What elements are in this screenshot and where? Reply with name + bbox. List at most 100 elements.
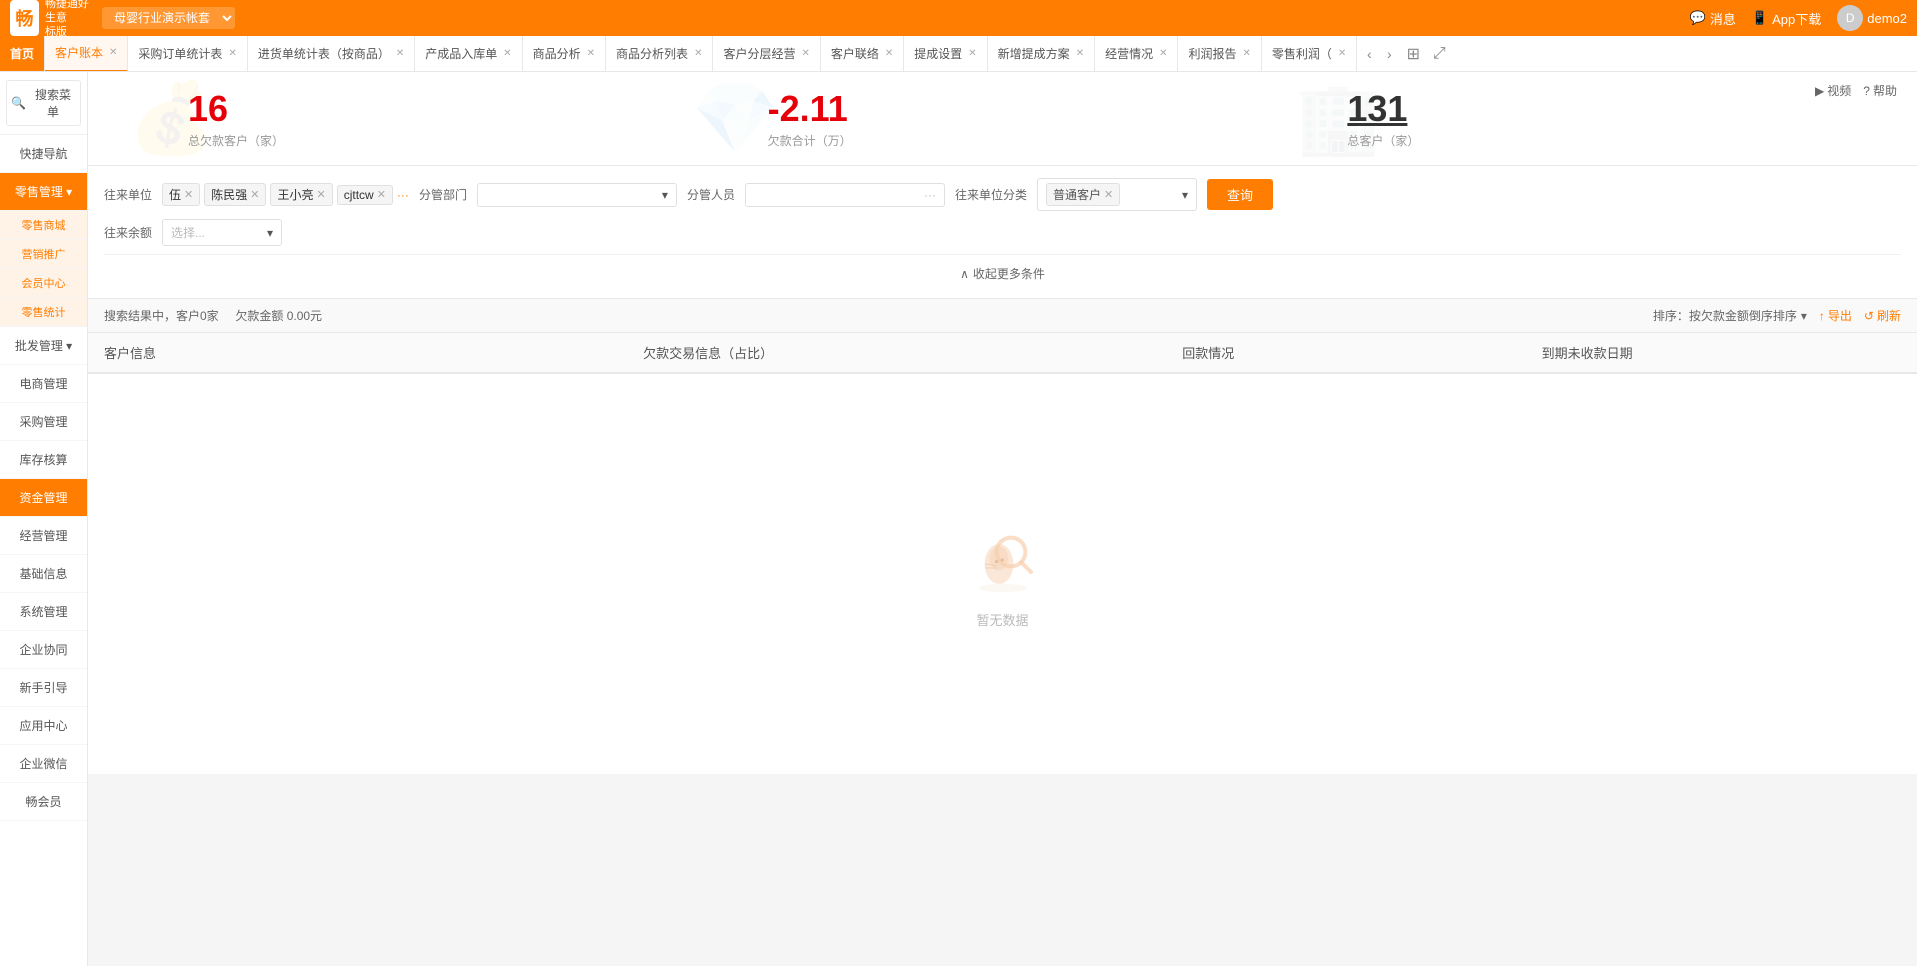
stat-label-credit-total: 欠款合计（万） [768,132,852,149]
sidebar-item-purchase[interactable]: 采购管理 [0,403,87,441]
tag-close-common[interactable]: ✕ [1104,188,1113,201]
chevron-up-icon: ∧ [960,267,969,281]
stats-banner: 💰 16 总欠款客户（家） 💎 -2.11 欠款合计（万） 🏢 131 总客户（… [88,72,1917,166]
sidebar-item-marketing[interactable]: 营销推广 [0,240,87,269]
tab-retail-profit[interactable]: 零售利润（ ✕ [1262,36,1357,72]
sidebar-item-system[interactable]: 系统管理 [0,593,87,631]
chevron-down-icon: ▾ [662,188,668,202]
tab-close-icon[interactable]: ✕ [1243,48,1251,59]
sidebar-item-beginner-guide[interactable]: 新手引导 [0,669,87,707]
tab-close-icon[interactable]: ✕ [968,48,976,59]
tab-customer-segment[interactable]: 客户分层经营 ✕ [713,36,820,72]
tab-operations[interactable]: 经营情况 ✕ [1095,36,1178,72]
tab-commission-settings[interactable]: 提成设置 ✕ [904,36,987,72]
tab-prev-button[interactable]: ‹ [1359,44,1379,64]
app-download-button[interactable]: 📱 App下载 [1752,9,1821,28]
tab-close-icon[interactable]: ✕ [396,48,404,59]
nav-tabs-bar: 首页 客户账本 ✕ 采购订单统计表 ✕ 进货单统计表（按商品） ✕ 产成品入库单… [0,36,1917,72]
sidebar-item-app-center[interactable]: 应用中心 [0,707,87,745]
video-button[interactable]: ▶ 视频 [1815,82,1851,99]
tab-inbound-stats[interactable]: 进货单统计表（按商品） ✕ [248,36,415,72]
collapse-button[interactable]: ∧ 收起更多条件 [104,261,1901,286]
tab-next-button[interactable]: › [1379,44,1399,64]
dept-select[interactable]: ▾ [477,183,677,207]
empty-state: 暂无数据 [963,460,1043,689]
tab-product-analysis[interactable]: 商品分析 ✕ [523,36,606,72]
sidebar-item-wholesale[interactable]: 批发管理 ▾ [0,327,87,365]
tab-close-icon[interactable]: ✕ [228,48,236,59]
tab-production-inbound[interactable]: 产成品入库单 ✕ [415,36,522,72]
tab-product-analysis-list[interactable]: 商品分析列表 ✕ [606,36,713,72]
unit-class-select[interactable]: 普通客户 ✕ ▾ [1037,178,1197,211]
app-wrapper: 畅 畅捷通好生意 标版 母婴行业演示帐套 💬 消息 📱 App下载 D demo… [0,0,1917,966]
tab-close-icon[interactable]: ✕ [109,47,117,58]
sidebar-item-operations-management[interactable]: 经营管理 [0,517,87,555]
tab-close-icon[interactable]: ✕ [1338,48,1346,59]
tag-close-wu[interactable]: ✕ [184,188,193,201]
query-button[interactable]: 查询 [1207,179,1273,210]
filter-tag-cj: cjttcw ✕ [337,185,393,205]
help-button[interactable]: ? 帮助 [1863,82,1897,99]
tab-fullscreen-button[interactable]: ⤢ [1427,42,1451,66]
person-filter-label: 分管人员 [687,186,735,203]
table-body: 暂无数据 [88,374,1917,774]
sidebar-item-member-center[interactable]: 会员中心 [0,269,87,298]
stat-block-credit-customers: 16 总欠款客户（家） [108,88,738,149]
refresh-button[interactable]: ↺ 刷新 [1864,307,1901,324]
stat-block-total-customers: 131 总客户（家） [1317,88,1897,149]
unit-filter-tags: 伍 ✕ 陈民强 ✕ 王小亮 ✕ cjttcw ✕ [162,183,409,206]
tab-add-commission[interactable]: 新增提成方案 ✕ [988,36,1095,72]
sidebar-item-quick-nav[interactable]: 快捷导航 [0,135,87,173]
col-credit-info: 欠款交易信息（占比） [643,343,1182,362]
messages-button[interactable]: 💬 消息 [1690,9,1736,28]
content-area: 💰 16 总欠款客户（家） 💎 -2.11 欠款合计（万） 🏢 131 总客户（… [88,72,1917,966]
filter-tag-chen: 陈民强 ✕ [204,183,266,206]
tab-close-icon[interactable]: ✕ [694,48,702,59]
filter-row-2: 往来余额 选择... ▾ [104,219,1901,246]
sidebar-item-retail-mall[interactable]: 零售商城 [0,211,87,240]
unit-filter-more[interactable]: ··· [397,188,409,202]
tab-close-icon[interactable]: ✕ [587,48,595,59]
logo-icon: 畅 [10,0,39,36]
tab-close-icon[interactable]: ✕ [503,48,511,59]
sidebar-item-enterprise-wechat[interactable]: 企业微信 [0,745,87,783]
sidebar-item-chang-member[interactable]: 畅会员 [0,783,87,821]
tab-close-icon[interactable]: ✕ [885,48,893,59]
tab-close-icon[interactable]: ✕ [801,48,809,59]
search-menu-button[interactable]: 🔍 搜索菜单 [6,80,81,126]
search-icon: 🔍 [11,96,26,110]
tag-close-wang[interactable]: ✕ [317,188,326,201]
empty-text: 暂无数据 [976,610,1028,629]
data-table: 客户信息 欠款交易信息（占比） 回款情况 到期未收款日期 [88,333,1917,774]
tab-purchase-order-stats[interactable]: 采购订单统计表 ✕ [128,36,247,72]
tab-customer-account[interactable]: 客户账本 ✕ [45,36,128,72]
tag-close-chen[interactable]: ✕ [250,188,259,201]
balance-select[interactable]: 选择... ▾ [162,219,282,246]
sort-select[interactable]: 排序：按欠款金额倒序排序 ▾ [1653,307,1807,324]
tab-home[interactable]: 首页 [0,36,45,72]
stat-block-credit-total: -2.11 欠款合计（万） [738,88,1318,149]
sidebar-item-retail-stats[interactable]: 零售统计 [0,298,87,327]
user-menu[interactable]: D demo2 [1837,5,1907,31]
sidebar-item-cooperation[interactable]: 企业协同 [0,631,87,669]
tag-close-cj[interactable]: ✕ [377,188,386,201]
col-customer-info: 客户信息 [104,343,643,362]
tab-close-icon[interactable]: ✕ [1159,48,1167,59]
sidebar-item-basic-info[interactable]: 基础信息 [0,555,87,593]
sidebar-item-retail-management[interactable]: 零售管理 ▾ [0,173,87,211]
person-select[interactable]: ··· [745,183,945,207]
chevron-down-icon-sort: ▾ [1801,309,1807,323]
tab-close-icon[interactable]: ✕ [1076,48,1084,59]
export-button[interactable]: ↑ 导出 [1819,307,1852,324]
tab-expand-button[interactable]: ⊞ [1401,42,1425,66]
sidebar-item-inventory[interactable]: 库存核算 [0,441,87,479]
chevron-down-icon-3: ▾ [267,226,273,240]
sidebar-item-finance[interactable]: 资金管理 [0,479,87,517]
sidebar-item-ecommerce[interactable]: 电商管理 [0,365,87,403]
tab-customer-contact[interactable]: 客户联络 ✕ [821,36,904,72]
tab-profit-report[interactable]: 利润报告 ✕ [1178,36,1261,72]
account-selector[interactable]: 母婴行业演示帐套 [102,7,235,29]
tab-nav-arrows: ‹ › [1359,44,1399,64]
banner-actions: ▶ 视频 ? 帮助 [1815,82,1897,99]
avatar: D [1837,5,1863,31]
